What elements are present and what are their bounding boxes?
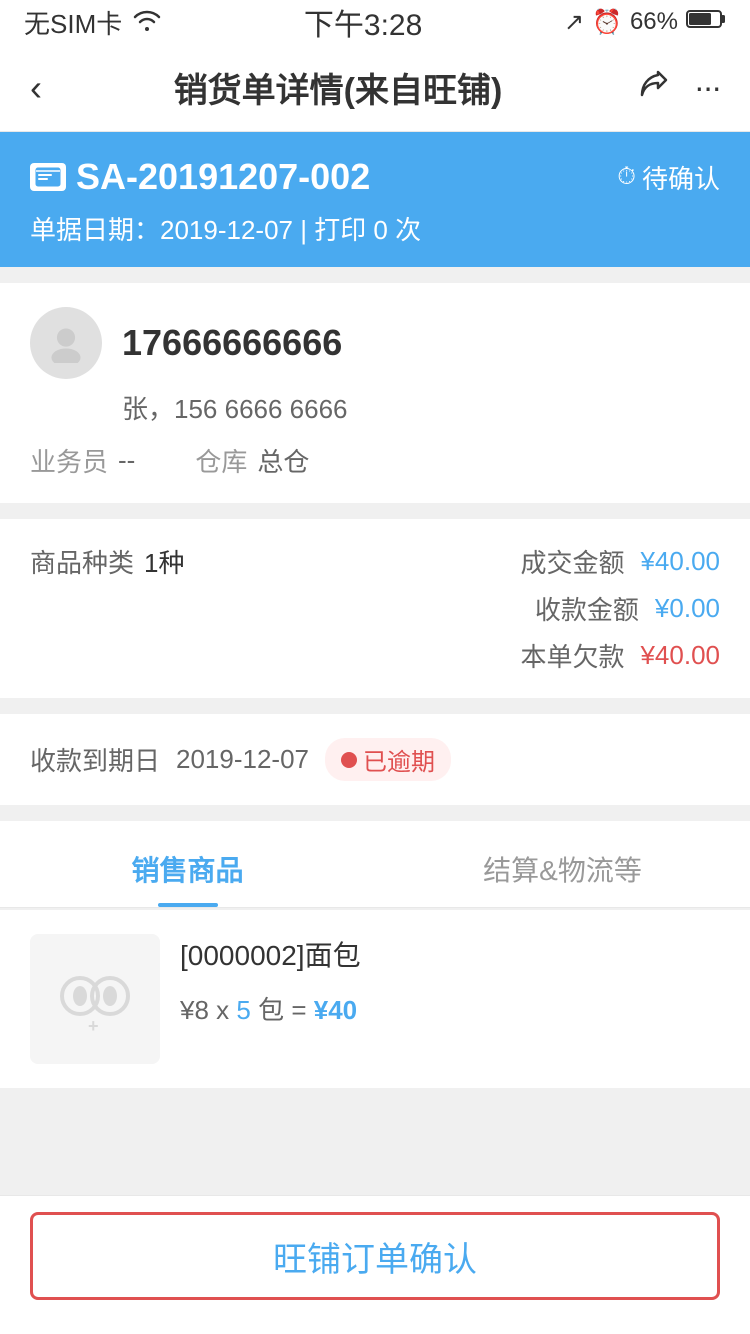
back-button[interactable]: ‹ [30, 67, 42, 109]
carrier-text: 无SIM卡 [24, 4, 122, 41]
clock-icon: ⏱ [617, 163, 636, 191]
tabs: 销售商品 结算&物流等 [0, 821, 750, 907]
bottom-bar: 旺铺订单确认 [0, 1195, 750, 1334]
alarm-icon: ⏰ [592, 8, 622, 37]
tab-settlement[interactable]: 结算&物流等 [375, 821, 750, 907]
order-status: ⏱ 待确认 [617, 159, 720, 196]
transaction-row: 成交金额 ¥40.00 [520, 543, 720, 580]
order-date: 单据日期：2019-12-07 | 打印 0 次 [30, 210, 720, 247]
product-price: ¥8 x 5 包 = ¥40 [180, 990, 720, 1027]
wifi-icon [132, 7, 162, 38]
unit-price: ¥8 [180, 995, 209, 1025]
product-section: + [0000002]面包 ¥8 x 5 包 = ¥40 [0, 910, 750, 1088]
tabs-section: 销售商品 结算&物流等 [0, 821, 750, 908]
received-value: ¥0.00 [655, 593, 720, 624]
due-date-value: 2019-12-07 [176, 744, 309, 775]
customer-section: 17666666666 张，156 6666 6666 业务员 -- 仓库 总仓 [0, 283, 750, 503]
product-image: + [30, 934, 160, 1064]
product-info: [0000002]面包 ¥8 x 5 包 = ¥40 [180, 934, 720, 1027]
summary-right: 成交金额 ¥40.00 收款金额 ¥0.00 本单欠款 ¥40.00 [520, 543, 720, 674]
product-code: [0000002] [180, 940, 305, 971]
due-section: 收款到期日 2019-12-07 已逾期 [0, 714, 750, 805]
arrears-label: 本单欠款 [520, 637, 624, 674]
svg-text:+: + [88, 1016, 99, 1034]
arrears-value: ¥40.00 [640, 640, 720, 671]
transaction-label: 成交金额 [520, 543, 624, 580]
product-type-value: 1种 [144, 543, 184, 580]
product-name: [0000002]面包 [180, 934, 720, 974]
salesperson-label: 业务员 [30, 442, 108, 479]
page-title: 销货单详情(来自旺铺) [174, 63, 503, 112]
customer-phone: 17666666666 [122, 322, 342, 364]
status-text: 待确认 [642, 159, 720, 196]
product-qty: 5 [236, 995, 250, 1025]
summary-section: 商品种类 1种 成交金额 ¥40.00 收款金额 ¥0.00 本单欠款 ¥40.… [0, 519, 750, 698]
status-bar-right: ↗ ⏰ 66% [564, 8, 726, 37]
overdue-dot-icon [341, 752, 357, 768]
nav-bar: ‹ 销货单详情(来自旺铺) ··· [0, 44, 750, 132]
tab-sales-products[interactable]: 销售商品 [0, 821, 375, 907]
product-title: 面包 [305, 940, 361, 971]
product-type-label: 商品种类 [30, 543, 134, 580]
order-id: SA-20191207-002 [30, 156, 370, 198]
due-date-label: 收款到期日 [30, 741, 160, 778]
salesperson-info: 业务员 -- [30, 442, 135, 479]
overdue-badge: 已逾期 [325, 738, 451, 781]
customer-meta: 业务员 -- 仓库 总仓 [30, 442, 720, 479]
customer-avatar [30, 307, 102, 379]
share-button[interactable] [634, 66, 670, 110]
received-label: 收款金额 [535, 590, 639, 627]
more-button[interactable]: ··· [694, 69, 720, 106]
order-icon [30, 163, 66, 191]
location-icon: ↗ [564, 8, 584, 37]
warehouse-label: 仓库 [195, 442, 247, 479]
warehouse-info: 仓库 总仓 [195, 442, 309, 479]
order-header-card: SA-20191207-002 ⏱ 待确认 单据日期：2019-12-07 | … [0, 132, 750, 267]
status-bar: 无SIM卡 下午3:28 ↗ ⏰ 66% [0, 0, 750, 44]
warehouse-value: 总仓 [257, 442, 309, 479]
battery-text: 66% [630, 8, 678, 36]
transaction-value: ¥40.00 [640, 546, 720, 577]
product-total: ¥40 [314, 995, 357, 1025]
salesperson-value: -- [118, 445, 135, 476]
product-type-item: 商品种类 1种 [30, 543, 184, 580]
product-unit: 包 [258, 995, 284, 1025]
customer-name: 张，156 6666 6666 [122, 389, 720, 426]
received-row: 收款金额 ¥0.00 [535, 590, 720, 627]
arrears-row: 本单欠款 ¥40.00 [520, 637, 720, 674]
time-display: 下午3:28 [304, 0, 422, 44]
summary-left: 商品种类 1种 [30, 543, 184, 580]
nav-right-buttons: ··· [634, 66, 720, 110]
equals-sign: = [291, 995, 313, 1025]
multiply-sign: x [216, 995, 236, 1025]
overdue-text: 已逾期 [363, 742, 435, 777]
status-bar-left: 无SIM卡 [24, 4, 162, 41]
confirm-order-button[interactable]: 旺铺订单确认 [30, 1212, 720, 1300]
customer-header: 17666666666 [30, 307, 720, 379]
battery-icon [686, 8, 726, 37]
